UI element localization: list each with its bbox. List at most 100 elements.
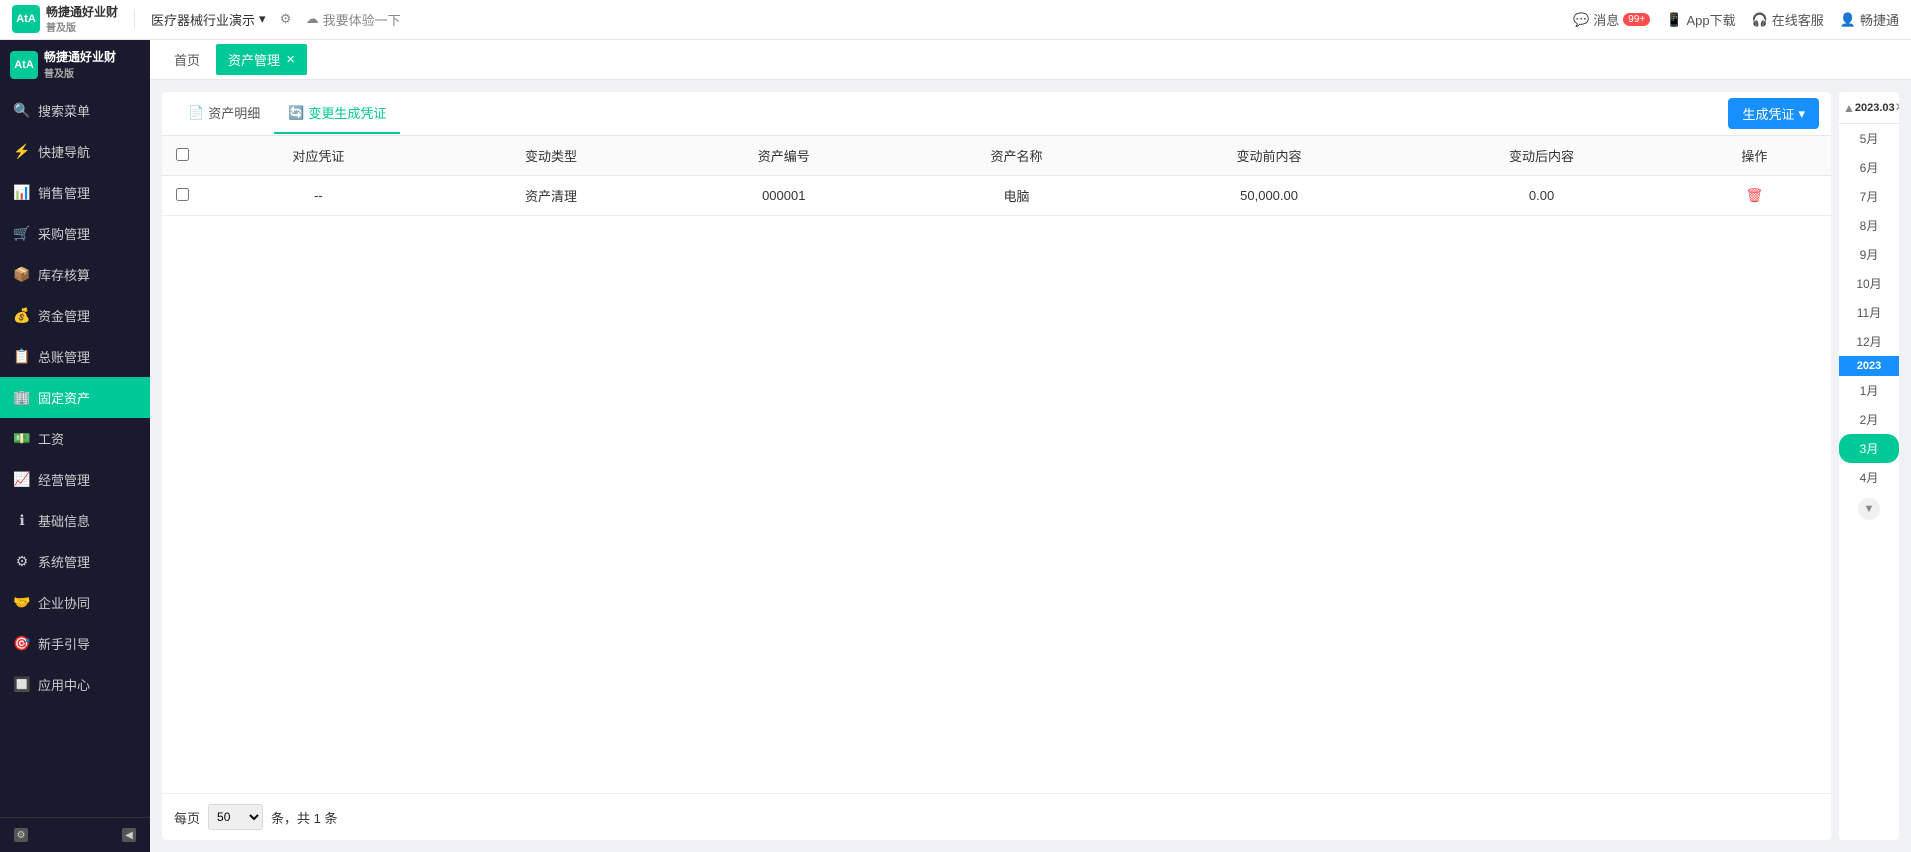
pagination: 每页 10 20 50 100 条，共 1 条 [162,793,1831,840]
month-8[interactable]: 8月 [1839,211,1899,240]
month-5[interactable]: 5月 [1839,124,1899,153]
month-7[interactable]: 7月 [1839,182,1899,211]
timeline: 5月 6月 7月 8月 9月 10月 11月 12月 2023 1月 2月 3月… [1839,124,1899,840]
sidebar-item-guide[interactable]: 🎯 新手引导 [0,623,150,664]
logo-text-block: 畅捷通好业财 普及版 [46,5,118,34]
online-service-button[interactable]: 🎧 在线客服 [1752,10,1824,29]
tab-close-icon[interactable]: ✕ [286,53,295,66]
month-3-current[interactable]: 3月 [1839,434,1899,463]
sidebar-label-basic-info: 基础信息 [38,511,90,530]
divider [134,9,135,29]
inventory-icon: 📦 [14,267,30,283]
sidebar-item-inventory[interactable]: 📦 库存核算 [0,254,150,295]
generate-dropdown-icon: ▾ [1798,106,1805,122]
sidebar-label-fixed-assets: 固定资产 [38,388,90,407]
month-1[interactable]: 1月 [1839,376,1899,405]
sidebar-label-search: 搜索菜单 [38,101,90,120]
select-all-checkbox[interactable] [176,148,189,161]
salary-icon: 💵 [14,431,30,447]
message-button[interactable]: 💬 消息 99+ [1573,10,1650,29]
sidebar-logo-icon: AtA [10,51,38,79]
experience-button[interactable]: ☁ 我要体验一下 [306,10,401,29]
sidebar-item-enterprise[interactable]: 🤝 企业协同 [0,582,150,623]
year-2023-label[interactable]: 2023 [1839,356,1899,376]
nav-down-icon[interactable]: ▼ [1858,498,1880,520]
month-10[interactable]: 10月 [1839,269,1899,298]
sidebar-item-sales[interactable]: 📊 销售管理 [0,172,150,213]
change-voucher-label: 变更生成凭证 [308,103,386,122]
month-9[interactable]: 9月 [1839,240,1899,269]
sidebar-item-quick-nav[interactable]: ⚡ 快捷导航 [0,131,150,172]
app-download-label: App下载 [1686,10,1735,29]
tab-asset-detail[interactable]: 📄 资产明细 [174,93,274,134]
col-change-type: 变动类型 [435,136,668,176]
sidebar-item-funds[interactable]: 💰 资金管理 [0,295,150,336]
row-checkbox[interactable] [176,188,189,201]
sidebar-label-funds: 资金管理 [38,306,90,325]
month-12[interactable]: 12月 [1839,327,1899,356]
collapse-sidebar-button[interactable]: ◀ [122,828,136,842]
row-change-type: 资产清理 [435,176,668,216]
tab-home[interactable]: 首页 [162,44,212,75]
sidebar: AtA 畅捷通好业财 普及版 🔍 搜索菜单 ⚡ 快捷导航 📊 销售管理 🛒 采购… [0,40,150,852]
settings-bottom-icon[interactable]: ⚙ [14,828,28,842]
sidebar-item-apps[interactable]: 🔲 应用中心 [0,664,150,705]
sidebar-item-business[interactable]: 📈 经营管理 [0,459,150,500]
sidebar-item-salary[interactable]: 💵 工资 [0,418,150,459]
delete-button[interactable]: 🗑 [1746,187,1764,203]
sidebar-item-fixed-assets[interactable]: 🏢 固定资产 [0,377,150,418]
logo-title: 畅捷通好业财 [46,5,118,19]
tab-asset-mgmt[interactable]: 资产管理 ✕ [216,44,307,75]
close-panel-icon[interactable]: ✕ [1895,100,1899,115]
ledger-icon: 📋 [14,349,30,365]
month-2[interactable]: 2月 [1839,405,1899,434]
generate-voucher-button[interactable]: 生成凭证 ▾ [1728,98,1819,129]
online-service-label: 在线客服 [1772,10,1824,29]
sidebar-label-enterprise: 企业协同 [38,593,90,612]
app-download-button[interactable]: 📱 App下载 [1666,10,1735,29]
sidebar-scroll: 🔍 搜索菜单 ⚡ 快捷导航 📊 销售管理 🛒 采购管理 📦 库存核算 💰 [0,90,150,817]
total-label: 条，共 1 条 [271,808,337,827]
service-icon: 🎧 [1752,12,1768,28]
header-right: 💬 消息 99+ 📱 App下载 🎧 在线客服 👤 畅捷通 [1573,10,1899,29]
row-checkbox-cell [162,176,202,216]
month-4[interactable]: 4月 [1839,463,1899,492]
user-avatar[interactable]: 👤 畅捷通 [1840,10,1899,29]
col-after-change: 变动后内容 [1405,136,1678,176]
sidebar-bottom: ⚙ ◀ [0,817,150,852]
quicknav-icon: ⚡ [14,144,30,160]
sidebar-item-basic-info[interactable]: ℹ 基础信息 [0,500,150,541]
sidebar-label-inventory: 库存核算 [38,265,90,284]
search-icon: 🔍 [14,103,30,119]
company-name: 医疗器械行业演示 [151,10,255,29]
message-label: 消息 [1593,10,1619,29]
sidebar-label-ledger: 总账管理 [38,347,90,366]
purchase-icon: 🛒 [14,226,30,242]
month-11[interactable]: 11月 [1839,298,1899,327]
sidebar-item-system[interactable]: ⚙ 系统管理 [0,541,150,582]
asset-detail-label: 资产明细 [208,103,260,122]
tab-change-voucher[interactable]: 🔄 变更生成凭证 [274,93,400,134]
phone-icon: 📱 [1666,12,1682,28]
change-voucher-icon: 🔄 [288,105,304,121]
page-size-select[interactable]: 10 20 50 100 [208,804,263,830]
message-icon: 💬 [1573,12,1589,28]
nav-up-icon[interactable]: ▲ [1843,101,1855,115]
sidebar-item-purchase[interactable]: 🛒 采购管理 [0,213,150,254]
sidebar-label-system: 系统管理 [38,552,90,571]
experience-label: 我要体验一下 [323,10,401,29]
month-6[interactable]: 6月 [1839,153,1899,182]
row-operation: 🗑 [1678,176,1831,216]
gear-button[interactable]: ⚙ [274,7,298,31]
header-left: AtA 畅捷通好业财 普及版 医疗器械行业演示 ▾ ⚙ ☁ 我要体验一下 [12,5,401,34]
sidebar-label-sales: 销售管理 [38,183,90,202]
funds-icon: 💰 [14,308,30,324]
sidebar-item-ledger[interactable]: 📋 总账管理 [0,336,150,377]
top-header: AtA 畅捷通好业财 普及版 医疗器械行业演示 ▾ ⚙ ☁ 我要体验一下 💬 消… [0,0,1911,40]
row-before-change: 50,000.00 [1133,176,1406,216]
sidebar-item-search[interactable]: 🔍 搜索菜单 [0,90,150,131]
company-selector[interactable]: 医疗器械行业演示 ▾ [151,10,266,29]
inner-tabs: 📄 资产明细 🔄 变更生成凭证 生成凭证 ▾ [162,92,1831,136]
asset-detail-icon: 📄 [188,105,204,121]
col-checkbox [162,136,202,176]
